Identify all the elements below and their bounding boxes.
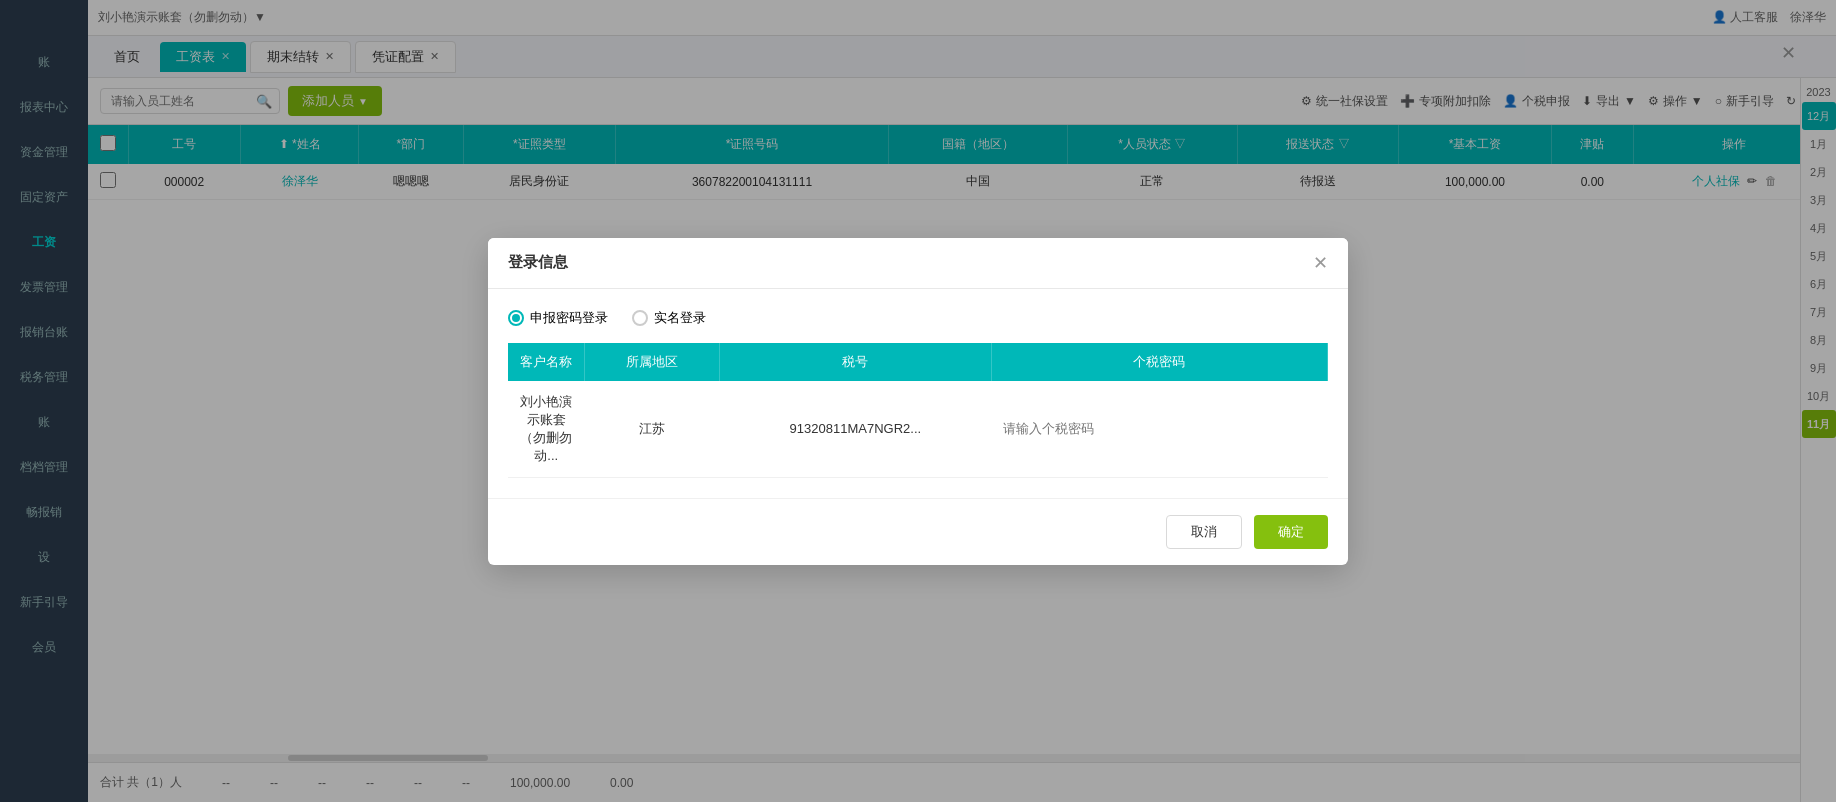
modal-data-table: 客户名称 所属地区 税号 个税密码 刘小艳演示账套（勿删勿动... 江苏 913… xyxy=(508,343,1328,478)
modal-footer: 取消 确定 xyxy=(488,498,1348,565)
login-modal: 登录信息 ✕ 申报密码登录 实名登录 客户名称 所属地区 xyxy=(488,238,1348,565)
modal-table-row: 刘小艳演示账套（勿删勿动... 江苏 91320811MA7NGR2... xyxy=(508,381,1328,478)
tax-password-input[interactable] xyxy=(1003,421,1315,436)
modal-close-btn[interactable]: ✕ xyxy=(1313,252,1328,274)
radio-dot-inactive xyxy=(632,310,648,326)
modal-overlay: 登录信息 ✕ 申报密码登录 实名登录 客户名称 所属地区 xyxy=(0,0,1836,802)
modal-col-taxid: 税号 xyxy=(719,343,991,381)
modal-col-region: 所属地区 xyxy=(585,343,720,381)
modal-col-password: 个税密码 xyxy=(991,343,1327,381)
modal-title: 登录信息 xyxy=(508,253,568,272)
modal-header: 登录信息 ✕ xyxy=(488,238,1348,289)
modal-body: 申报密码登录 实名登录 客户名称 所属地区 税号 个税密码 xyxy=(488,289,1348,498)
radio-password-login[interactable]: 申报密码登录 xyxy=(508,309,608,327)
login-type-radio-group: 申报密码登录 实名登录 xyxy=(508,309,1328,327)
cancel-button[interactable]: 取消 xyxy=(1166,515,1242,549)
modal-cell-region: 江苏 xyxy=(585,381,720,478)
modal-col-name: 客户名称 xyxy=(508,343,585,381)
modal-cell-name: 刘小艳演示账套（勿删勿动... xyxy=(508,381,585,478)
modal-cell-taxid: 91320811MA7NGR2... xyxy=(719,381,991,478)
radio-realname-login[interactable]: 实名登录 xyxy=(632,309,706,327)
confirm-button[interactable]: 确定 xyxy=(1254,515,1328,549)
radio-dot-active xyxy=(508,310,524,326)
modal-cell-password[interactable] xyxy=(991,381,1327,478)
